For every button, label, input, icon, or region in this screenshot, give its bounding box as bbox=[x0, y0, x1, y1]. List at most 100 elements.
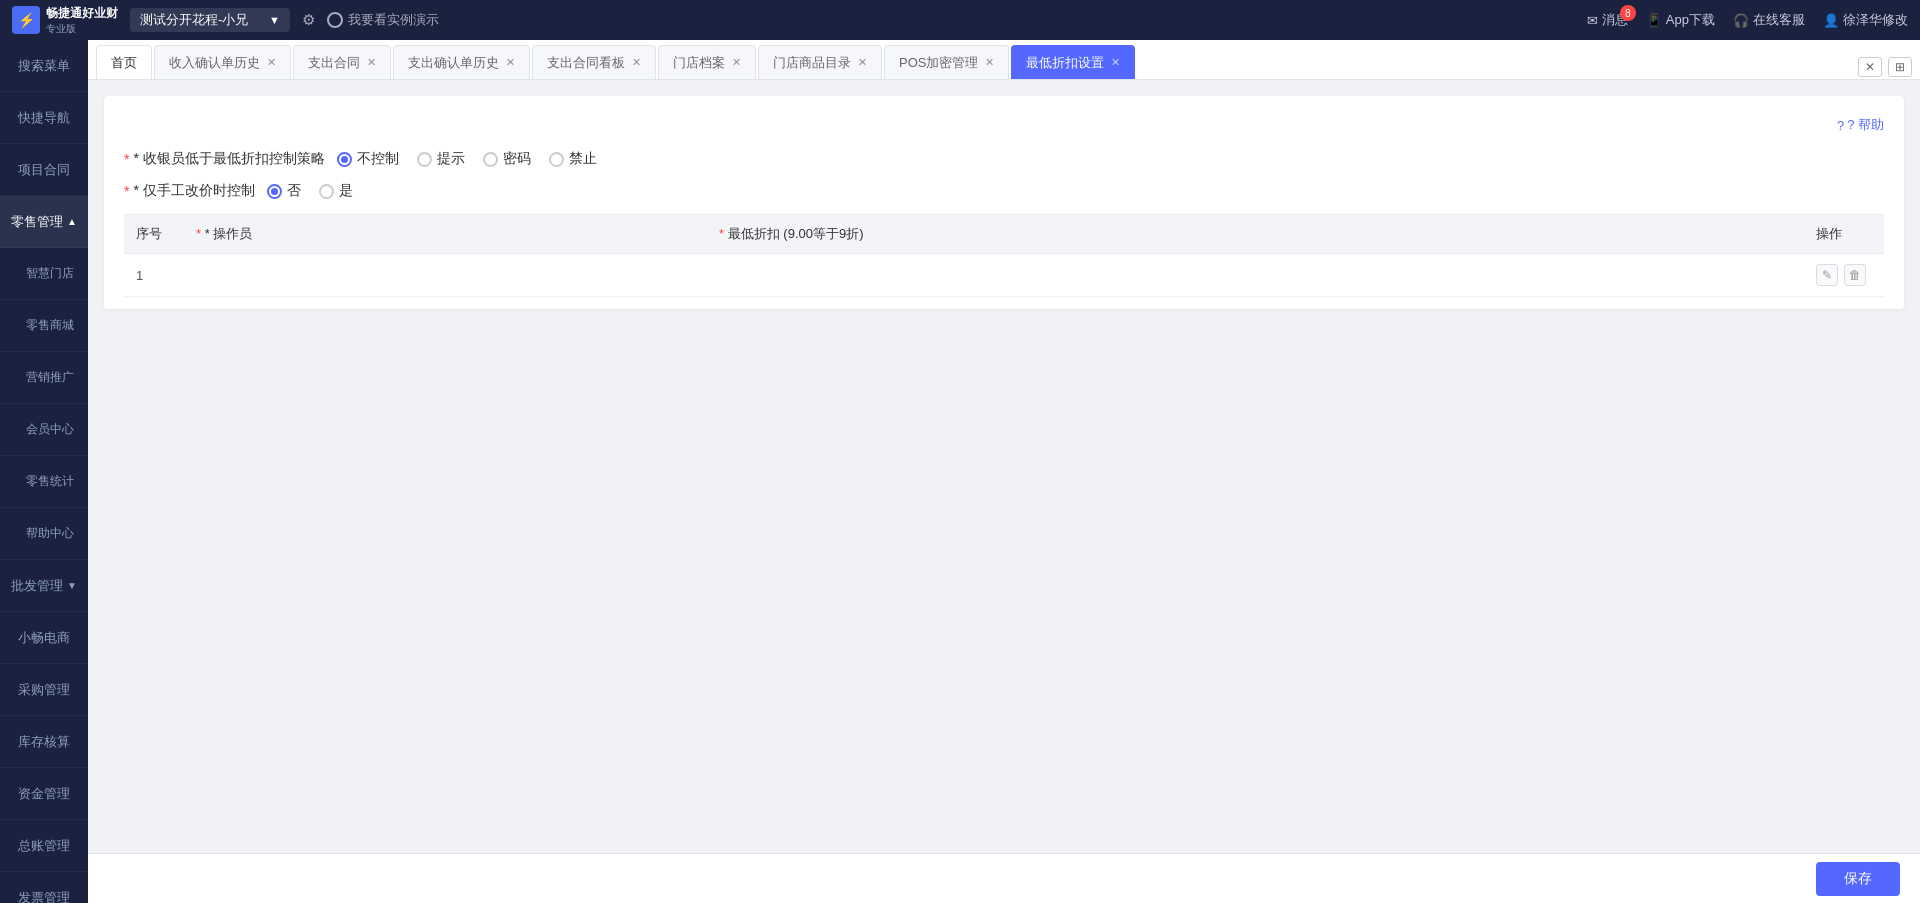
search-label: 搜索菜单 bbox=[18, 57, 70, 75]
tab-close-store-goods[interactable]: ✕ bbox=[858, 56, 867, 69]
message-badge: 8 bbox=[1620, 5, 1636, 21]
sidebar-item-ecommerce[interactable]: 小畅电商 bbox=[0, 612, 88, 664]
page-content: ? ? 帮助 * * 收银员低于最低折扣控制策略 不控制 bbox=[88, 80, 1920, 853]
th-operator: * * 操作员 bbox=[184, 215, 707, 254]
cell-operator bbox=[184, 254, 707, 297]
help-label: 帮助中心 bbox=[26, 525, 74, 542]
settings-icon[interactable]: ⚙ bbox=[302, 11, 315, 29]
th-min-discount: * 最低折扣 (9.00等于9折) bbox=[707, 215, 1804, 254]
option-hint[interactable]: 提示 bbox=[417, 150, 465, 168]
radio-password[interactable] bbox=[483, 152, 498, 167]
radio-hint[interactable] bbox=[417, 152, 432, 167]
tab-home[interactable]: 首页 bbox=[96, 45, 152, 79]
sidebar: 搜索菜单 快捷导航 项目合同 零售管理 ▲ 智慧门店 零售商城 营销推广 会员中… bbox=[0, 40, 88, 903]
tab-payment-board[interactable]: 支出合同看板 ✕ bbox=[532, 45, 656, 79]
smart-store-label: 智慧门店 bbox=[26, 265, 74, 282]
online-service-button[interactable]: 🎧 在线客服 bbox=[1733, 11, 1805, 29]
tab-payment-history[interactable]: 支出确认单历史 ✕ bbox=[393, 45, 530, 79]
retail-label: 零售管理 bbox=[11, 213, 63, 231]
option-forbid[interactable]: 禁止 bbox=[549, 150, 597, 168]
user-profile-button[interactable]: 👤 徐泽华修改 bbox=[1823, 11, 1908, 29]
tab-close-income-history[interactable]: ✕ bbox=[267, 56, 276, 69]
tab-min-discount[interactable]: 最低折扣设置 ✕ bbox=[1011, 45, 1135, 79]
download-icon: 📱 bbox=[1646, 13, 1662, 28]
sidebar-item-retail-stats[interactable]: 零售统计 bbox=[0, 456, 88, 508]
demo-link[interactable]: 我要看实例演示 bbox=[327, 11, 439, 29]
wholesale-label: 批发管理 bbox=[11, 577, 63, 595]
delete-button[interactable]: 🗑 bbox=[1844, 264, 1866, 286]
purchase-label: 采购管理 bbox=[18, 681, 70, 699]
project-selector[interactable]: 测试分开花程-小兄 ▼ bbox=[130, 8, 290, 32]
marketing-label: 营销推广 bbox=[26, 369, 74, 386]
tab-close-payment-contract[interactable]: ✕ bbox=[367, 56, 376, 69]
radio-no-control[interactable] bbox=[337, 152, 352, 167]
radio-no[interactable] bbox=[267, 184, 282, 199]
tab-payment-contract[interactable]: 支出合同 ✕ bbox=[293, 45, 391, 79]
sidebar-item-marketing[interactable]: 营销推广 bbox=[0, 352, 88, 404]
member-label: 会员中心 bbox=[26, 421, 74, 438]
wholesale-arrow: ▼ bbox=[67, 580, 77, 591]
cell-seq: 1 bbox=[124, 254, 184, 297]
sidebar-item-search[interactable]: 搜索菜单 bbox=[0, 40, 88, 92]
option-yes[interactable]: 是 bbox=[319, 182, 353, 200]
sidebar-item-purchase[interactable]: 采购管理 bbox=[0, 664, 88, 716]
tab-close-payment-board[interactable]: ✕ bbox=[632, 56, 641, 69]
edit-button[interactable]: ✎ bbox=[1816, 264, 1838, 286]
radio-forbid[interactable] bbox=[549, 152, 564, 167]
sidebar-item-project[interactable]: 项目合同 bbox=[0, 144, 88, 196]
app-download-button[interactable]: 📱 App下载 bbox=[1646, 11, 1715, 29]
question-icon: ? bbox=[1837, 118, 1844, 133]
save-button[interactable]: 保存 bbox=[1816, 862, 1900, 896]
bottom-bar: 保存 bbox=[88, 853, 1920, 903]
circle-icon bbox=[327, 12, 343, 28]
sidebar-item-smart-store[interactable]: 智慧门店 bbox=[0, 248, 88, 300]
logo-icon: ⚡ bbox=[12, 6, 40, 34]
close-tab-button[interactable]: ✕ bbox=[1858, 57, 1882, 77]
tab-pos-lock[interactable]: POS加密管理 ✕ bbox=[884, 45, 1009, 79]
required-star-1: * bbox=[124, 151, 129, 167]
app-name: 畅捷通好业财 专业版 bbox=[46, 5, 118, 36]
option-no[interactable]: 否 bbox=[267, 182, 301, 200]
sidebar-item-ledger[interactable]: 总账管理 bbox=[0, 820, 88, 872]
row-action-buttons: ✎ 🗑 bbox=[1816, 264, 1872, 286]
sidebar-item-inventory[interactable]: 库存核算 bbox=[0, 716, 88, 768]
tab-income-history[interactable]: 收入确认单历史 ✕ bbox=[154, 45, 291, 79]
sidebar-item-help[interactable]: 帮助中心 bbox=[0, 508, 88, 560]
ledger-label: 总账管理 bbox=[18, 837, 70, 855]
sidebar-item-retail[interactable]: 零售管理 ▲ bbox=[0, 196, 88, 248]
sidebar-item-member[interactable]: 会员中心 bbox=[0, 404, 88, 456]
form-header: ? ? 帮助 bbox=[124, 116, 1884, 134]
option-password[interactable]: 密码 bbox=[483, 150, 531, 168]
sidebar-item-finance[interactable]: 资金管理 bbox=[0, 768, 88, 820]
tab-close-payment-history[interactable]: ✕ bbox=[506, 56, 515, 69]
window-button[interactable]: ⊞ bbox=[1888, 57, 1912, 77]
sidebar-item-retail-mall[interactable]: 零售商城 bbox=[0, 300, 88, 352]
form-card: ? ? 帮助 * * 收银员低于最低折扣控制策略 不控制 bbox=[104, 96, 1904, 309]
sidebar-item-invoice[interactable]: 发票管理 bbox=[0, 872, 88, 903]
sidebar-item-shortcut[interactable]: 快捷导航 bbox=[0, 92, 88, 144]
retail-stats-label: 零售统计 bbox=[26, 473, 74, 490]
th-discount-required: * bbox=[719, 226, 728, 241]
option-no-control[interactable]: 不控制 bbox=[337, 150, 399, 168]
sidebar-item-wholesale[interactable]: 批发管理 ▼ bbox=[0, 560, 88, 612]
th-operator-required: * bbox=[196, 226, 205, 241]
tab-store-goods[interactable]: 门店商品目录 ✕ bbox=[758, 45, 882, 79]
tab-close-store-archive[interactable]: ✕ bbox=[732, 56, 741, 69]
tab-store-archive[interactable]: 门店档案 ✕ bbox=[658, 45, 756, 79]
discount-strategy-label: * 收银员低于最低折扣控制策略 bbox=[133, 150, 324, 168]
required-star-2: * bbox=[124, 183, 129, 199]
cell-actions: ✎ 🗑 bbox=[1804, 254, 1884, 297]
project-label: 项目合同 bbox=[18, 161, 70, 179]
finance-label: 资金管理 bbox=[18, 785, 70, 803]
manual-price-options: 否 是 bbox=[267, 182, 353, 200]
tab-close-pos-lock[interactable]: ✕ bbox=[985, 56, 994, 69]
help-link[interactable]: ? ? 帮助 bbox=[1837, 116, 1884, 134]
inventory-label: 库存核算 bbox=[18, 733, 70, 751]
tab-close-min-discount[interactable]: ✕ bbox=[1111, 56, 1120, 69]
message-button[interactable]: ✉ 消息 8 bbox=[1587, 11, 1628, 29]
tab-bar: 首页 收入确认单历史 ✕ 支出合同 ✕ 支出确认单历史 ✕ 支出合同看板 ✕ 门… bbox=[88, 40, 1920, 80]
shortcut-label: 快捷导航 bbox=[18, 109, 70, 127]
user-icon: 👤 bbox=[1823, 13, 1839, 28]
radio-yes[interactable] bbox=[319, 184, 334, 199]
th-discount-label: 最低折扣 (9.00等于9折) bbox=[728, 226, 864, 241]
